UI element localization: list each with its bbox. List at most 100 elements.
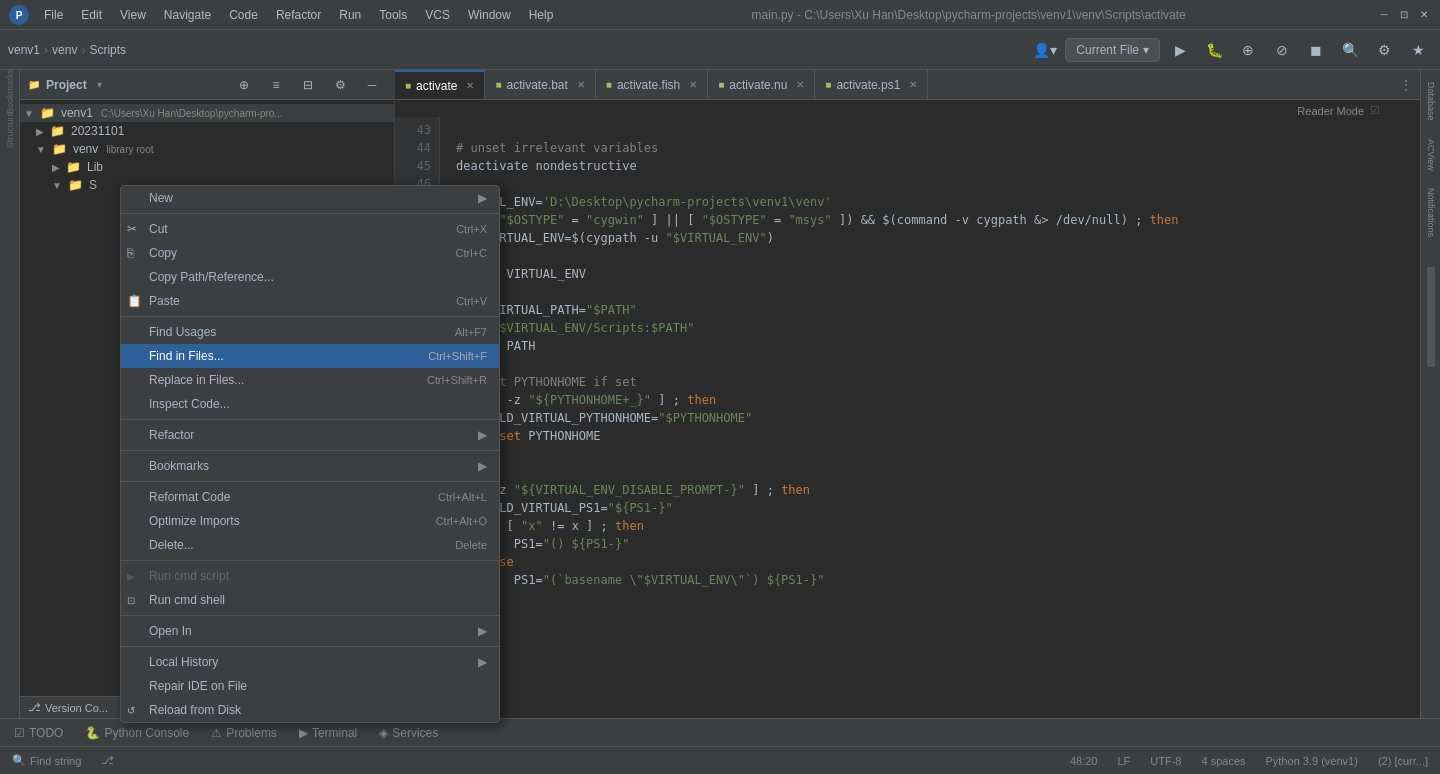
minimize-button[interactable]: ─ xyxy=(1376,7,1392,23)
run-button[interactable]: ▶ xyxy=(1166,36,1194,64)
profile-run-button[interactable]: ⊘ xyxy=(1268,36,1296,64)
bottom-tab-problems[interactable]: ⚠ Problems xyxy=(201,723,287,743)
code-area[interactable]: # unset irrelevant variables deactivate … xyxy=(440,117,1420,718)
ctx-find-usages[interactable]: Find Usages Alt+F7 xyxy=(121,320,499,344)
tab-activate-nu[interactable]: ■ activate.nu ✕ xyxy=(708,70,815,100)
tree-item-venv1[interactable]: ▼ 📁 venv1 C:\Users\Xu Han\Desktop\pychar… xyxy=(20,104,394,122)
ctx-bookmarks[interactable]: Bookmarks ▶ xyxy=(121,454,499,478)
coverage-button[interactable]: ⊕ xyxy=(1234,36,1262,64)
project-expand-icon[interactable]: ≡ xyxy=(262,71,290,99)
stop-button[interactable]: ◼ xyxy=(1302,36,1330,64)
project-locate-icon[interactable]: ⊕ xyxy=(230,71,258,99)
close-button[interactable]: ✕ xyxy=(1416,7,1432,23)
ctx-replace-in-files[interactable]: Replace in Files... Ctrl+Shift+R xyxy=(121,368,499,392)
tree-item-20231101[interactable]: ▶ 📁 20231101 xyxy=(20,122,394,140)
tab-activate-nu-close[interactable]: ✕ xyxy=(796,79,804,90)
right-sidebar-notifications[interactable]: Notifications xyxy=(1424,180,1438,245)
code-line-49: VIRTUAL_ENV=$(cygpath -u "$VIRTUAL_ENV") xyxy=(456,229,1404,247)
editor-scrollbar[interactable] xyxy=(1427,247,1435,714)
restore-button[interactable]: ⊡ xyxy=(1396,7,1412,23)
ctx-find-in-files[interactable]: Find in Files... Ctrl+Shift+F xyxy=(121,344,499,368)
tabs-overflow-button[interactable]: ⋮ xyxy=(1392,78,1420,92)
folder-icon-lib: 📁 xyxy=(66,160,81,174)
ctx-reformat-code[interactable]: Reformat Code Ctrl+Alt+L xyxy=(121,485,499,509)
folder-icon-s: 📁 xyxy=(68,178,83,192)
menu-file[interactable]: File xyxy=(36,4,71,26)
settings-button[interactable]: ⚙ xyxy=(1370,36,1398,64)
ctx-copy-path[interactable]: Copy Path/Reference... xyxy=(121,265,499,289)
tree-item-lib[interactable]: ▶ 📁 Lib xyxy=(20,158,394,176)
debug-button[interactable]: 🐛 xyxy=(1200,36,1228,64)
tab-activate[interactable]: ■ activate ✕ xyxy=(395,70,485,100)
reader-mode-toggle-icon[interactable]: ☑ xyxy=(1370,104,1380,117)
status-indent[interactable]: 4 spaces xyxy=(1198,753,1250,769)
ctx-optimize-imports[interactable]: Optimize Imports Ctrl+Alt+O xyxy=(121,509,499,533)
menu-tools[interactable]: Tools xyxy=(371,4,415,26)
ctx-cut[interactable]: ✂ Cut Ctrl+X xyxy=(121,217,499,241)
current-file-button[interactable]: Current File ▾ xyxy=(1065,38,1160,62)
tree-item-venv[interactable]: ▼ 📁 venv library root xyxy=(20,140,394,158)
ctx-repair-ide[interactable]: Repair IDE on File xyxy=(121,674,499,698)
menu-run[interactable]: Run xyxy=(331,4,369,26)
ctx-run-cmd-shell[interactable]: ⊡ Run cmd shell xyxy=(121,588,499,612)
menu-vcs[interactable]: VCS xyxy=(417,4,458,26)
menu-refactor[interactable]: Refactor xyxy=(268,4,329,26)
project-close-icon[interactable]: ─ xyxy=(358,71,386,99)
tab-activate-ps1[interactable]: ■ activate.ps1 ✕ xyxy=(815,70,928,100)
status-branch[interactable]: ⎇ xyxy=(97,752,118,769)
bottom-tab-todo[interactable]: ☑ TODO xyxy=(4,723,73,743)
status-line-ending[interactable]: LF xyxy=(1113,753,1134,769)
project-settings-icon[interactable]: ⚙ xyxy=(326,71,354,99)
scrollbar-thumb[interactable] xyxy=(1427,267,1435,367)
tab-activate-bat[interactable]: ■ activate.bat ✕ xyxy=(485,70,595,100)
ctx-copy[interactable]: ⎘ Copy Ctrl+C xyxy=(121,241,499,265)
menu-navigate[interactable]: Navigate xyxy=(156,4,219,26)
status-branch-label[interactable]: (2) [curr...] xyxy=(1374,753,1432,769)
left-sidebar-bookmarks[interactable]: Bookmarks xyxy=(0,74,20,110)
tabs-bar: ■ activate ✕ ■ activate.bat ✕ ■ activate… xyxy=(395,70,1420,100)
menu-window[interactable]: Window xyxy=(460,4,519,26)
profile-button[interactable]: 👤▾ xyxy=(1031,36,1059,64)
update-button[interactable]: ★ xyxy=(1404,36,1432,64)
tab-activate-bat-close[interactable]: ✕ xyxy=(577,79,585,90)
reader-mode-area[interactable]: Reader Mode ☑ xyxy=(1297,104,1380,117)
ctx-local-history[interactable]: Local History ▶ xyxy=(121,650,499,674)
ctx-reformat-shortcut: Ctrl+Alt+L xyxy=(418,491,487,503)
ctx-refactor[interactable]: Refactor ▶ xyxy=(121,423,499,447)
ctx-reload-disk[interactable]: ↺ Reload from Disk xyxy=(121,698,499,722)
bottom-tab-terminal[interactable]: ▶ Terminal xyxy=(289,723,367,743)
ctx-inspect-code[interactable]: Inspect Code... xyxy=(121,392,499,416)
ctx-open-in[interactable]: Open In ▶ xyxy=(121,619,499,643)
right-sidebar-database[interactable]: Database xyxy=(1424,74,1438,129)
ctx-new[interactable]: New ▶ xyxy=(121,186,499,210)
tree-library-label: library root xyxy=(106,144,153,155)
status-encoding[interactable]: UTF-8 xyxy=(1146,753,1185,769)
tab-activate-fish[interactable]: ■ activate.fish ✕ xyxy=(596,70,708,100)
code-line-57: # unset PYTHONHOME if set xyxy=(456,373,1404,391)
status-find-string[interactable]: 🔍 Find string xyxy=(8,752,85,769)
search-button[interactable]: 🔍 xyxy=(1336,36,1364,64)
breadcrumb-venv[interactable]: venv xyxy=(52,43,77,57)
ctx-refactor-label: Refactor xyxy=(149,428,194,442)
status-position[interactable]: 48:20 xyxy=(1066,753,1102,769)
tab-activate-fish-close[interactable]: ✕ xyxy=(689,79,697,90)
left-sidebar-structure[interactable]: Structure xyxy=(0,112,20,148)
bottom-tab-python-console[interactable]: 🐍 Python Console xyxy=(75,723,199,743)
ctx-refactor-arrow: ▶ xyxy=(478,428,487,442)
menu-code[interactable]: Code xyxy=(221,4,266,26)
ctx-paste[interactable]: 📋 Paste Ctrl+V xyxy=(121,289,499,313)
menu-help[interactable]: Help xyxy=(521,4,562,26)
status-python-version[interactable]: Python 3.9 (venv1) xyxy=(1262,753,1362,769)
ctx-run-cmd-script[interactable]: ▶ Run cmd script xyxy=(121,564,499,588)
breadcrumb-scripts[interactable]: Scripts xyxy=(89,43,126,57)
tab-activate-close[interactable]: ✕ xyxy=(466,80,474,91)
ctx-delete[interactable]: Delete... Delete xyxy=(121,533,499,557)
right-sidebar-acview[interactable]: ACView xyxy=(1424,131,1438,179)
project-collapse-icon[interactable]: ⊟ xyxy=(294,71,322,99)
menu-view[interactable]: View xyxy=(112,4,154,26)
todo-icon: ☑ xyxy=(14,726,25,740)
breadcrumb-venv1[interactable]: venv1 xyxy=(8,43,40,57)
menu-edit[interactable]: Edit xyxy=(73,4,110,26)
tab-activate-ps1-close[interactable]: ✕ xyxy=(909,79,917,90)
bottom-tab-services[interactable]: ◈ Services xyxy=(369,723,448,743)
